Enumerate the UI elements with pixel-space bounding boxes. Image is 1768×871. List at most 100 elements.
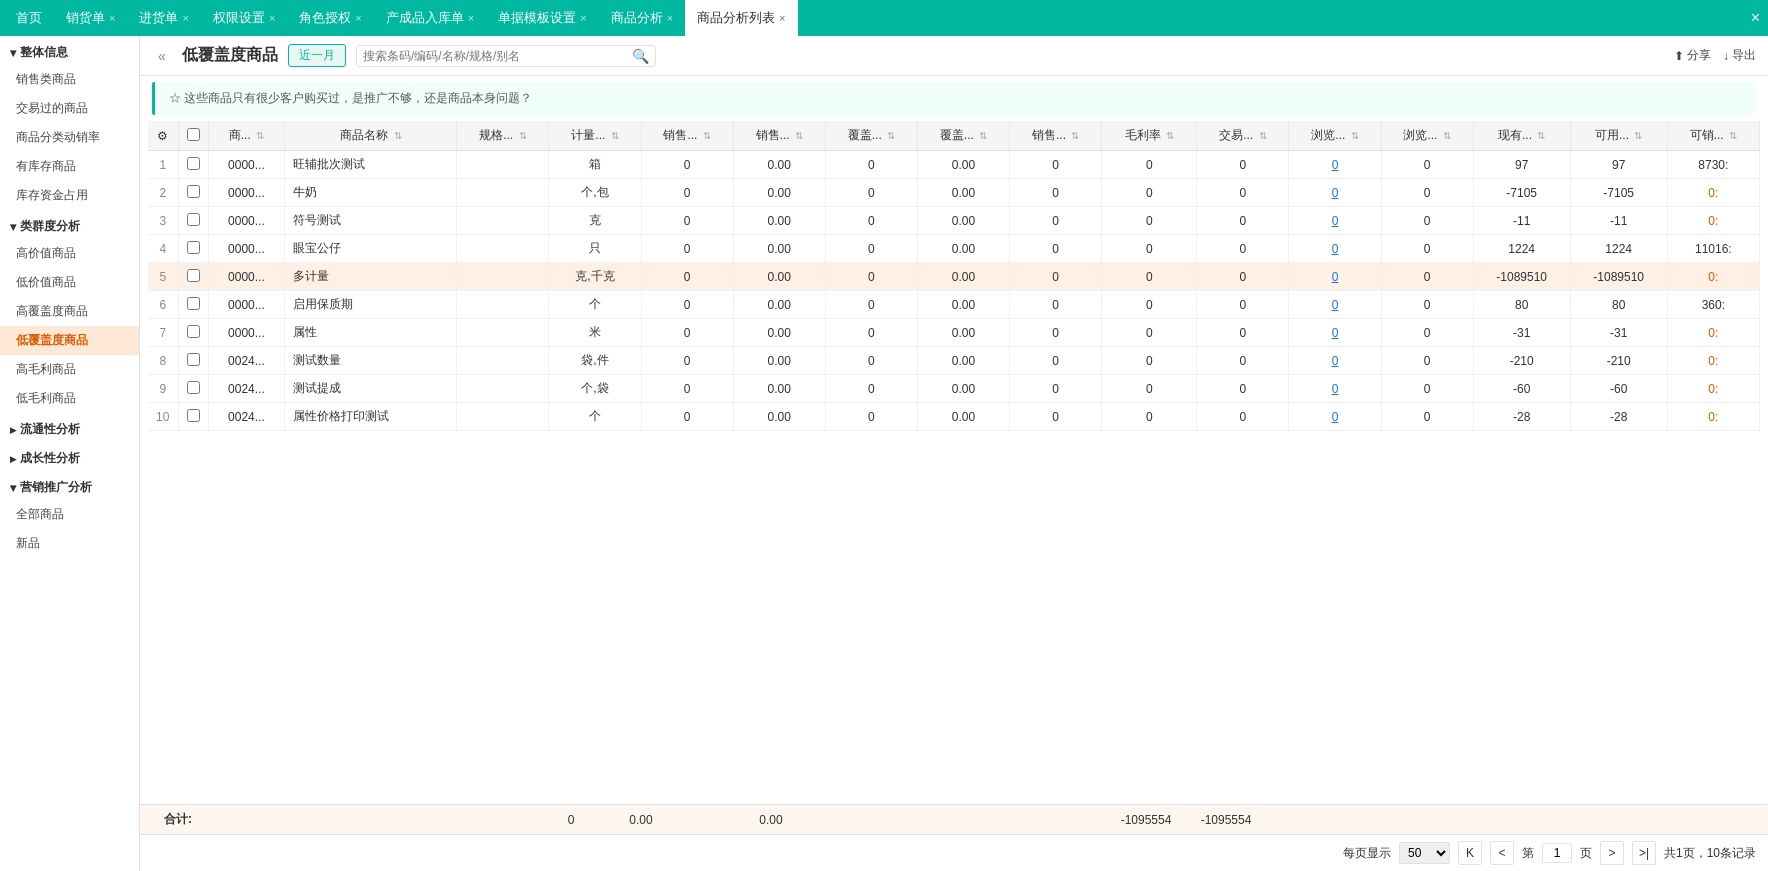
row-checkbox-cell[interactable] [178,403,208,431]
nav-purchase-order[interactable]: 进货单 × [127,0,200,36]
row-checkbox[interactable] [187,325,200,338]
sales3-column-header[interactable]: 销售... ⇅ [1010,121,1102,151]
row-trade: 0 [1197,263,1289,291]
browse1-column-header[interactable]: 浏览... ⇅ [1289,121,1381,151]
collapse-sidebar-button[interactable]: « [152,46,172,66]
sidebar-item-in-stock-products[interactable]: 有库存商品 [0,152,139,181]
last-page-button[interactable]: >| [1632,841,1656,865]
row-checkbox[interactable] [187,269,200,282]
row-checkbox[interactable] [187,353,200,366]
nav-role-auth[interactable]: 角色授权 × [287,0,373,36]
row-checkbox-cell[interactable] [178,263,208,291]
close-icon[interactable]: × [269,12,275,24]
row-checkbox-cell[interactable] [178,179,208,207]
row-browse1[interactable]: 0 [1289,319,1381,347]
row-checkbox-cell[interactable] [178,207,208,235]
checkbox-column-header[interactable] [178,121,208,151]
sales1-column-header[interactable]: 销售... ⇅ [641,121,733,151]
per-page-select[interactable]: 50 10 20 100 [1399,842,1450,864]
row-trade: 0 [1197,403,1289,431]
row-checkbox-cell[interactable] [178,375,208,403]
sidebar-item-traded-products[interactable]: 交易过的商品 [0,94,139,123]
row-checkbox-cell[interactable] [178,347,208,375]
unit-column-header[interactable]: 计量... ⇅ [549,121,641,151]
nav-product-analysis[interactable]: 商品分析 × [599,0,685,36]
margin-column-header[interactable]: 毛利率 ⇅ [1102,121,1197,151]
sidebar-section-cluster[interactable]: ▾ 类群度分析 [0,210,139,239]
nav-template-settings[interactable]: 单据模板设置 × [486,0,598,36]
row-checkbox[interactable] [187,409,200,422]
sidebar-item-high-coverage[interactable]: 高覆盖度商品 [0,297,139,326]
row-checkbox[interactable] [187,381,200,394]
sidebar-section-liquidity[interactable]: ▸ 流通性分析 [0,413,139,442]
browse2-column-header[interactable]: 浏览... ⇅ [1381,121,1473,151]
row-checkbox[interactable] [187,297,200,310]
sidebar-item-low-margin[interactable]: 低毛利商品 [0,384,139,413]
nav-home[interactable]: 首页 [4,0,54,36]
spec-column-header[interactable]: 规格... ⇅ [457,121,549,151]
close-icon[interactable]: × [355,12,361,24]
sidebar-section-marketing[interactable]: ▾ 营销推广分析 [0,471,139,500]
row-browse1[interactable]: 0 [1289,347,1381,375]
page-number-input[interactable] [1542,843,1572,863]
cover2-column-header[interactable]: 覆盖... ⇅ [917,121,1009,151]
nav-permission-settings[interactable]: 权限设置 × [201,0,287,36]
row-browse1[interactable]: 0 [1289,375,1381,403]
code-column-header[interactable]: 商... ⇅ [208,121,285,151]
sidebar-section-growth[interactable]: ▸ 成长性分析 [0,442,139,471]
close-icon[interactable]: × [667,12,673,24]
search-input[interactable] [363,49,632,63]
row-browse2: 0 [1381,235,1473,263]
row-checkbox-cell[interactable] [178,319,208,347]
sidebar-item-category-velocity[interactable]: 商品分类动销率 [0,123,139,152]
share-button[interactable]: ⬆ 分享 [1674,47,1711,64]
sidebar-item-high-value[interactable]: 高价值商品 [0,239,139,268]
close-icon[interactable]: × [182,12,188,24]
row-browse1[interactable]: 0 [1289,207,1381,235]
time-filter-month[interactable]: 近一月 [288,44,346,67]
sidebar-item-low-value[interactable]: 低价值商品 [0,268,139,297]
row-browse1[interactable]: 0 [1289,291,1381,319]
sidebar-item-new-products[interactable]: 新品 [0,529,139,558]
close-icon[interactable]: × [779,12,785,24]
settings-column-header[interactable]: ⚙ [148,121,178,151]
sidebar-item-high-margin[interactable]: 高毛利商品 [0,355,139,384]
row-checkbox[interactable] [187,157,200,170]
saleable-column-header[interactable]: 可销... ⇅ [1667,121,1759,151]
available-column-header[interactable]: 可用... ⇅ [1570,121,1667,151]
select-all-checkbox[interactable] [187,128,200,141]
row-browse1[interactable]: 0 [1289,151,1381,179]
first-page-button[interactable]: K [1458,841,1482,865]
row-checkbox[interactable] [187,213,200,226]
row-checkbox-cell[interactable] [178,151,208,179]
row-checkbox[interactable] [187,185,200,198]
sales2-column-header[interactable]: 销售... ⇅ [733,121,825,151]
row-browse2: 0 [1381,291,1473,319]
nav-product-analysis-list[interactable]: 商品分析列表 × [685,0,797,36]
sidebar-item-low-coverage[interactable]: 低覆盖度商品 [0,326,139,355]
name-column-header[interactable]: 商品名称 ⇅ [285,121,457,151]
sidebar-section-overall[interactable]: ▾ 整体信息 [0,36,139,65]
sidebar-item-all-products[interactable]: 全部商品 [0,500,139,529]
cover1-column-header[interactable]: 覆盖... ⇅ [825,121,917,151]
close-icon[interactable]: × [468,12,474,24]
row-checkbox[interactable] [187,241,200,254]
current-column-header[interactable]: 现有... ⇅ [1473,121,1570,151]
sidebar-item-inventory-capital[interactable]: 库存资金占用 [0,181,139,210]
prev-page-button[interactable]: < [1490,841,1514,865]
close-icon[interactable]: × [580,12,586,24]
sidebar-item-sales-products[interactable]: 销售类商品 [0,65,139,94]
close-icon[interactable]: × [109,12,115,24]
close-all-tabs-button[interactable]: × [1751,9,1760,27]
next-page-button[interactable]: > [1600,841,1624,865]
nav-product-inbound[interactable]: 产成品入库单 × [374,0,486,36]
row-browse1[interactable]: 0 [1289,235,1381,263]
row-checkbox-cell[interactable] [178,291,208,319]
nav-sales-order[interactable]: 销货单 × [54,0,127,36]
trade-column-header[interactable]: 交易... ⇅ [1197,121,1289,151]
row-browse1[interactable]: 0 [1289,263,1381,291]
row-browse1[interactable]: 0 [1289,179,1381,207]
row-browse1[interactable]: 0 [1289,403,1381,431]
export-button[interactable]: ↓ 导出 [1723,47,1756,64]
row-checkbox-cell[interactable] [178,235,208,263]
